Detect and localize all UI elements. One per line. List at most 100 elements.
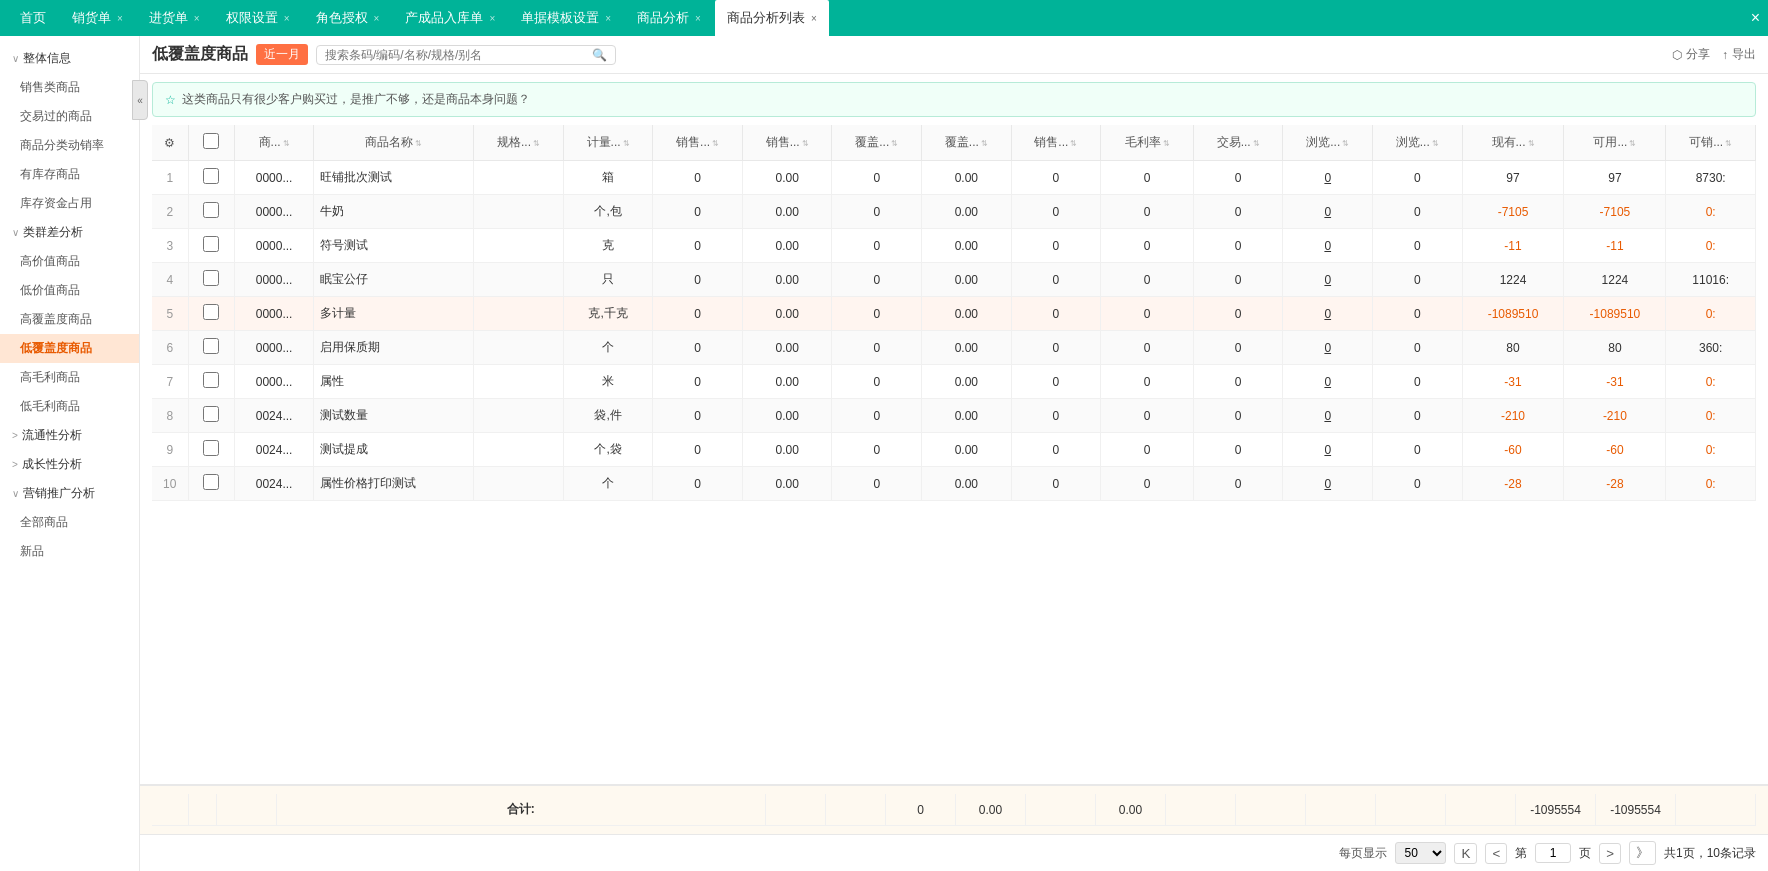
row-browse1[interactable]: 0: [1283, 229, 1373, 263]
row-select-checkbox[interactable]: [203, 440, 219, 456]
row-checkbox[interactable]: [188, 229, 234, 263]
th-sales-count[interactable]: 销售...⇅: [1011, 125, 1101, 161]
nav-item-home[interactable]: 首页: [8, 0, 58, 36]
nav-item-product-analysis-list[interactable]: 商品分析列表 ×: [715, 0, 829, 36]
close-icon[interactable]: ×: [117, 13, 123, 24]
nav-item-sales[interactable]: 销货单 ×: [60, 0, 135, 36]
th-trade[interactable]: 交易...⇅: [1193, 125, 1283, 161]
row-checkbox[interactable]: [188, 161, 234, 195]
th-code[interactable]: 商...⇅: [234, 125, 313, 161]
row-browse1[interactable]: 0: [1283, 433, 1373, 467]
sidebar-collapse-button[interactable]: «: [132, 80, 148, 120]
row-checkbox[interactable]: [188, 365, 234, 399]
th-coverage2[interactable]: 覆盖...⇅: [922, 125, 1012, 161]
row-browse1[interactable]: 0: [1283, 467, 1373, 501]
row-select-checkbox[interactable]: [203, 168, 219, 184]
search-input[interactable]: [325, 48, 588, 62]
th-available-stock[interactable]: 可用...⇅: [1564, 125, 1666, 161]
row-select-checkbox[interactable]: [203, 202, 219, 218]
sidebar-item-stocked-products[interactable]: 有库存商品: [0, 160, 139, 189]
row-browse1[interactable]: 0: [1283, 161, 1373, 195]
sidebar-item-low-coverage[interactable]: 低覆盖度商品: [0, 334, 139, 363]
sidebar-item-traded-products[interactable]: 交易过的商品: [0, 102, 139, 131]
nav-item-permissions[interactable]: 权限设置 ×: [214, 0, 302, 36]
th-current-stock[interactable]: 现有...⇅: [1462, 125, 1564, 161]
row-checkbox[interactable]: [188, 263, 234, 297]
sidebar-item-stock-funds[interactable]: 库存资金占用: [0, 189, 139, 218]
row-checkbox[interactable]: [188, 467, 234, 501]
row-browse1[interactable]: 0: [1283, 297, 1373, 331]
last-page-button[interactable]: 》: [1629, 841, 1656, 865]
row-select-checkbox[interactable]: [203, 270, 219, 286]
sidebar-section-circulation[interactable]: > 流通性分析: [0, 421, 139, 450]
close-icon[interactable]: ×: [374, 13, 380, 24]
prev-page-button[interactable]: <: [1485, 843, 1507, 864]
sidebar-item-high-coverage[interactable]: 高覆盖度商品: [0, 305, 139, 334]
th-browse1[interactable]: 浏览...⇅: [1283, 125, 1373, 161]
nav-item-product-entry[interactable]: 产成品入库单 ×: [393, 0, 507, 36]
th-coverage1[interactable]: 覆盖...⇅: [832, 125, 922, 161]
share-button[interactable]: ⬡ 分享: [1672, 46, 1710, 63]
nav-item-template[interactable]: 单据模板设置 ×: [509, 0, 623, 36]
row-browse1[interactable]: 0: [1283, 399, 1373, 433]
row-select-checkbox[interactable]: [203, 406, 219, 422]
th-browse2[interactable]: 浏览...⇅: [1373, 125, 1463, 161]
row-select-checkbox[interactable]: [203, 236, 219, 252]
row-checkbox[interactable]: [188, 331, 234, 365]
th-saleable[interactable]: 可销...⇅: [1666, 125, 1756, 161]
row-checkbox[interactable]: [188, 433, 234, 467]
close-icon[interactable]: ×: [811, 13, 817, 24]
sidebar-item-low-value[interactable]: 低价值商品: [0, 276, 139, 305]
export-button[interactable]: ↑ 导出: [1722, 46, 1756, 63]
row-saleable: 11016:: [1666, 263, 1756, 297]
sidebar-section-marketing[interactable]: ∨ 营销推广分析: [0, 479, 139, 508]
close-icon[interactable]: ×: [695, 13, 701, 24]
sidebar-item-all-products[interactable]: 全部商品: [0, 508, 139, 537]
sidebar-item-sales-products[interactable]: 销售类商品: [0, 73, 139, 102]
close-icon[interactable]: ×: [194, 13, 200, 24]
th-sales-amt[interactable]: 销售...⇅: [742, 125, 832, 161]
close-icon[interactable]: ×: [284, 13, 290, 24]
sidebar-item-high-margin[interactable]: 高毛利商品: [0, 363, 139, 392]
sidebar-section-cluster[interactable]: ∨ 类群差分析: [0, 218, 139, 247]
row-browse1[interactable]: 0: [1283, 331, 1373, 365]
sidebar-item-low-margin[interactable]: 低毛利商品: [0, 392, 139, 421]
select-all-checkbox[interactable]: [203, 133, 219, 149]
row-checkbox[interactable]: [188, 195, 234, 229]
sidebar-item-category-turnover[interactable]: 商品分类动销率: [0, 131, 139, 160]
nav-item-purchase[interactable]: 进货单 ×: [137, 0, 212, 36]
row-checkbox[interactable]: [188, 297, 234, 331]
th-sales-qty[interactable]: 销售...⇅: [653, 125, 743, 161]
sidebar-item-high-value[interactable]: 高价值商品: [0, 247, 139, 276]
row-browse1[interactable]: 0: [1283, 365, 1373, 399]
sidebar-section-overall[interactable]: ∨ 整体信息: [0, 44, 139, 73]
sidebar-section-growth[interactable]: > 成长性分析: [0, 450, 139, 479]
row-available-stock: -60: [1564, 433, 1666, 467]
th-unit[interactable]: 计量...⇅: [563, 125, 653, 161]
row-select-checkbox[interactable]: [203, 338, 219, 354]
sidebar-item-new-products[interactable]: 新品: [0, 537, 139, 566]
row-browse1[interactable]: 0: [1283, 263, 1373, 297]
date-filter-button[interactable]: 近一月: [256, 44, 308, 65]
row-sales-count: 0: [1011, 195, 1101, 229]
close-icon[interactable]: ×: [605, 13, 611, 24]
close-all-tabs-button[interactable]: ×: [1751, 9, 1760, 27]
row-select-checkbox[interactable]: [203, 372, 219, 388]
close-icon[interactable]: ×: [489, 13, 495, 24]
row-spec: [474, 331, 564, 365]
first-page-button[interactable]: K: [1454, 843, 1477, 864]
th-name[interactable]: 商品名称⇅: [314, 125, 474, 161]
row-browse1[interactable]: 0: [1283, 195, 1373, 229]
th-gross-margin[interactable]: 毛利率⇅: [1101, 125, 1194, 161]
row-select-checkbox[interactable]: [203, 304, 219, 320]
current-page-input[interactable]: [1535, 843, 1571, 863]
th-settings[interactable]: ⚙: [152, 125, 188, 161]
next-page-button[interactable]: >: [1599, 843, 1621, 864]
row-select-checkbox[interactable]: [203, 474, 219, 490]
nav-item-product-analysis[interactable]: 商品分析 ×: [625, 0, 713, 36]
sidebar: ∨ 整体信息 销售类商品 交易过的商品 商品分类动销率 有库存商品 库存资金占用…: [0, 36, 140, 871]
nav-item-roles[interactable]: 角色授权 ×: [304, 0, 392, 36]
th-spec[interactable]: 规格...⇅: [474, 125, 564, 161]
per-page-select[interactable]: 50 20 100: [1395, 842, 1446, 864]
row-checkbox[interactable]: [188, 399, 234, 433]
